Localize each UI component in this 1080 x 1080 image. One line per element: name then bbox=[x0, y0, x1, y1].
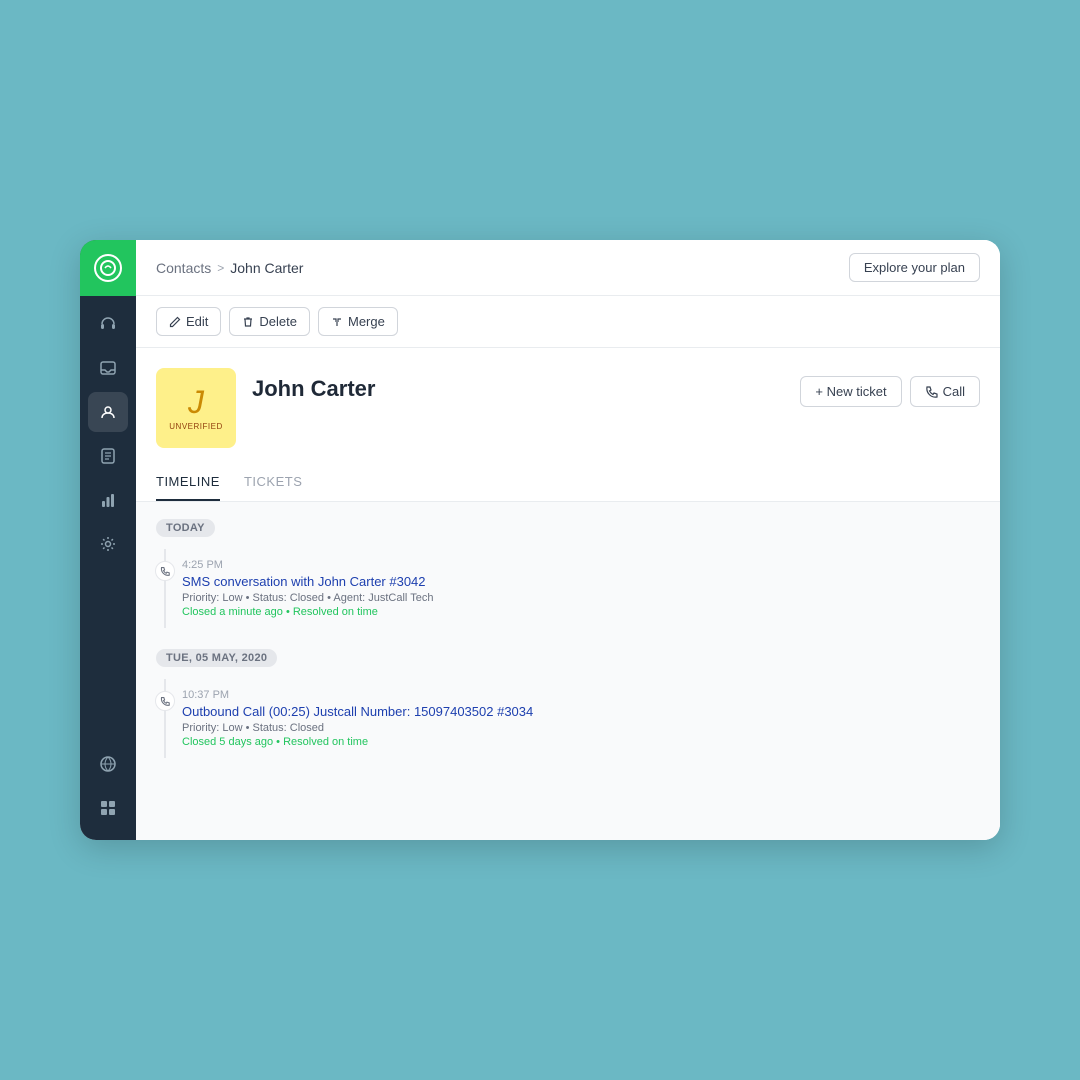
headset-icon bbox=[98, 314, 118, 334]
delete-button[interactable]: Delete bbox=[229, 307, 310, 336]
timeline-status: Closed a minute ago • Resolved on time bbox=[182, 606, 980, 618]
date-badge-tue: TUE, 05 MAY, 2020 bbox=[156, 649, 277, 667]
edit-icon bbox=[169, 316, 181, 328]
sidebar-item-contacts[interactable] bbox=[88, 392, 128, 432]
timeline-item-content-2: 10:37 PM Outbound Call (00:25) Justcall … bbox=[182, 689, 980, 748]
globe-icon bbox=[98, 754, 118, 774]
sidebar-item-grid[interactable] bbox=[88, 788, 128, 828]
sidebar-item-settings[interactable] bbox=[88, 524, 128, 564]
timeline-time: 4:25 PM bbox=[182, 559, 980, 571]
avatar: J UNVERIFIED bbox=[156, 368, 236, 448]
explore-plan-button[interactable]: Explore your plan bbox=[849, 253, 980, 282]
timeline-status-2: Closed 5 days ago • Resolved on time bbox=[182, 736, 980, 748]
sidebar-item-globe[interactable] bbox=[88, 744, 128, 784]
tab-tickets[interactable]: TICKETS bbox=[244, 464, 302, 501]
contact-section: J UNVERIFIED John Carter + New ticket Ca… bbox=[136, 348, 1000, 448]
action-bar: Edit Delete Merge bbox=[136, 296, 1000, 348]
phone-icon bbox=[925, 385, 938, 398]
sidebar bbox=[80, 240, 136, 840]
timeline-meta: Priority: Low • Status: Closed • Agent: … bbox=[182, 592, 980, 604]
breadcrumb: Contacts > John Carter bbox=[156, 260, 303, 276]
sidebar-logo bbox=[80, 240, 136, 296]
timeline-item-content: 4:25 PM SMS conversation with John Carte… bbox=[182, 559, 980, 618]
breadcrumb-contacts[interactable]: Contacts bbox=[156, 260, 211, 276]
timeline-item: 4:25 PM SMS conversation with John Carte… bbox=[164, 549, 980, 628]
breadcrumb-current: John Carter bbox=[230, 260, 303, 276]
sidebar-item-book[interactable] bbox=[88, 436, 128, 476]
date-badge-today: TODAY bbox=[156, 519, 215, 537]
grid-icon bbox=[98, 798, 118, 818]
contact-name: John Carter bbox=[252, 376, 375, 401]
sidebar-nav bbox=[88, 296, 128, 736]
breadcrumb-separator: > bbox=[217, 261, 224, 275]
main-content: Contacts > John Carter Explore your plan… bbox=[136, 240, 1000, 840]
contact-info: John Carter bbox=[252, 368, 784, 402]
sidebar-item-inbox[interactable] bbox=[88, 348, 128, 388]
timeline-title-2[interactable]: Outbound Call (00:25) Justcall Number: 1… bbox=[182, 704, 980, 719]
timeline-time-2: 10:37 PM bbox=[182, 689, 980, 701]
book-icon bbox=[98, 446, 118, 466]
tabs: TIMELINE TICKETS bbox=[136, 464, 1000, 502]
topbar: Contacts > John Carter Explore your plan bbox=[136, 240, 1000, 296]
sidebar-bottom bbox=[88, 736, 128, 840]
tab-timeline[interactable]: TIMELINE bbox=[156, 464, 220, 501]
phone-timeline-icon bbox=[155, 561, 175, 581]
outer-wrapper: Contacts > John Carter Explore your plan… bbox=[0, 0, 1080, 1080]
gear-icon bbox=[98, 534, 118, 554]
timeline-meta-2: Priority: Low • Status: Closed bbox=[182, 722, 980, 734]
sidebar-item-chart[interactable] bbox=[88, 480, 128, 520]
timeline-item: 10:37 PM Outbound Call (00:25) Justcall … bbox=[164, 679, 980, 758]
inbox-icon bbox=[98, 358, 118, 378]
contacts-icon bbox=[98, 402, 118, 422]
sidebar-item-headset[interactable] bbox=[88, 304, 128, 344]
merge-button[interactable]: Merge bbox=[318, 307, 398, 336]
timeline-group-today: 4:25 PM SMS conversation with John Carte… bbox=[156, 549, 980, 628]
chart-icon bbox=[98, 490, 118, 510]
app-window: Contacts > John Carter Explore your plan… bbox=[80, 240, 1000, 840]
contact-actions: + New ticket Call bbox=[800, 368, 980, 407]
timeline-group-tue: 10:37 PM Outbound Call (00:25) Justcall … bbox=[156, 679, 980, 758]
new-ticket-button[interactable]: + New ticket bbox=[800, 376, 901, 407]
trash-icon bbox=[242, 316, 254, 328]
call-button[interactable]: Call bbox=[910, 376, 980, 407]
edit-button[interactable]: Edit bbox=[156, 307, 221, 336]
avatar-label: UNVERIFIED bbox=[169, 422, 222, 431]
logo-icon bbox=[94, 254, 122, 282]
timeline-title[interactable]: SMS conversation with John Carter #3042 bbox=[182, 574, 980, 589]
avatar-letter: J bbox=[188, 386, 204, 418]
timeline-container: TODAY 4:25 PM SMS conversation with John… bbox=[136, 502, 1000, 840]
phone-timeline-icon-2 bbox=[155, 691, 175, 711]
merge-icon bbox=[331, 316, 343, 328]
